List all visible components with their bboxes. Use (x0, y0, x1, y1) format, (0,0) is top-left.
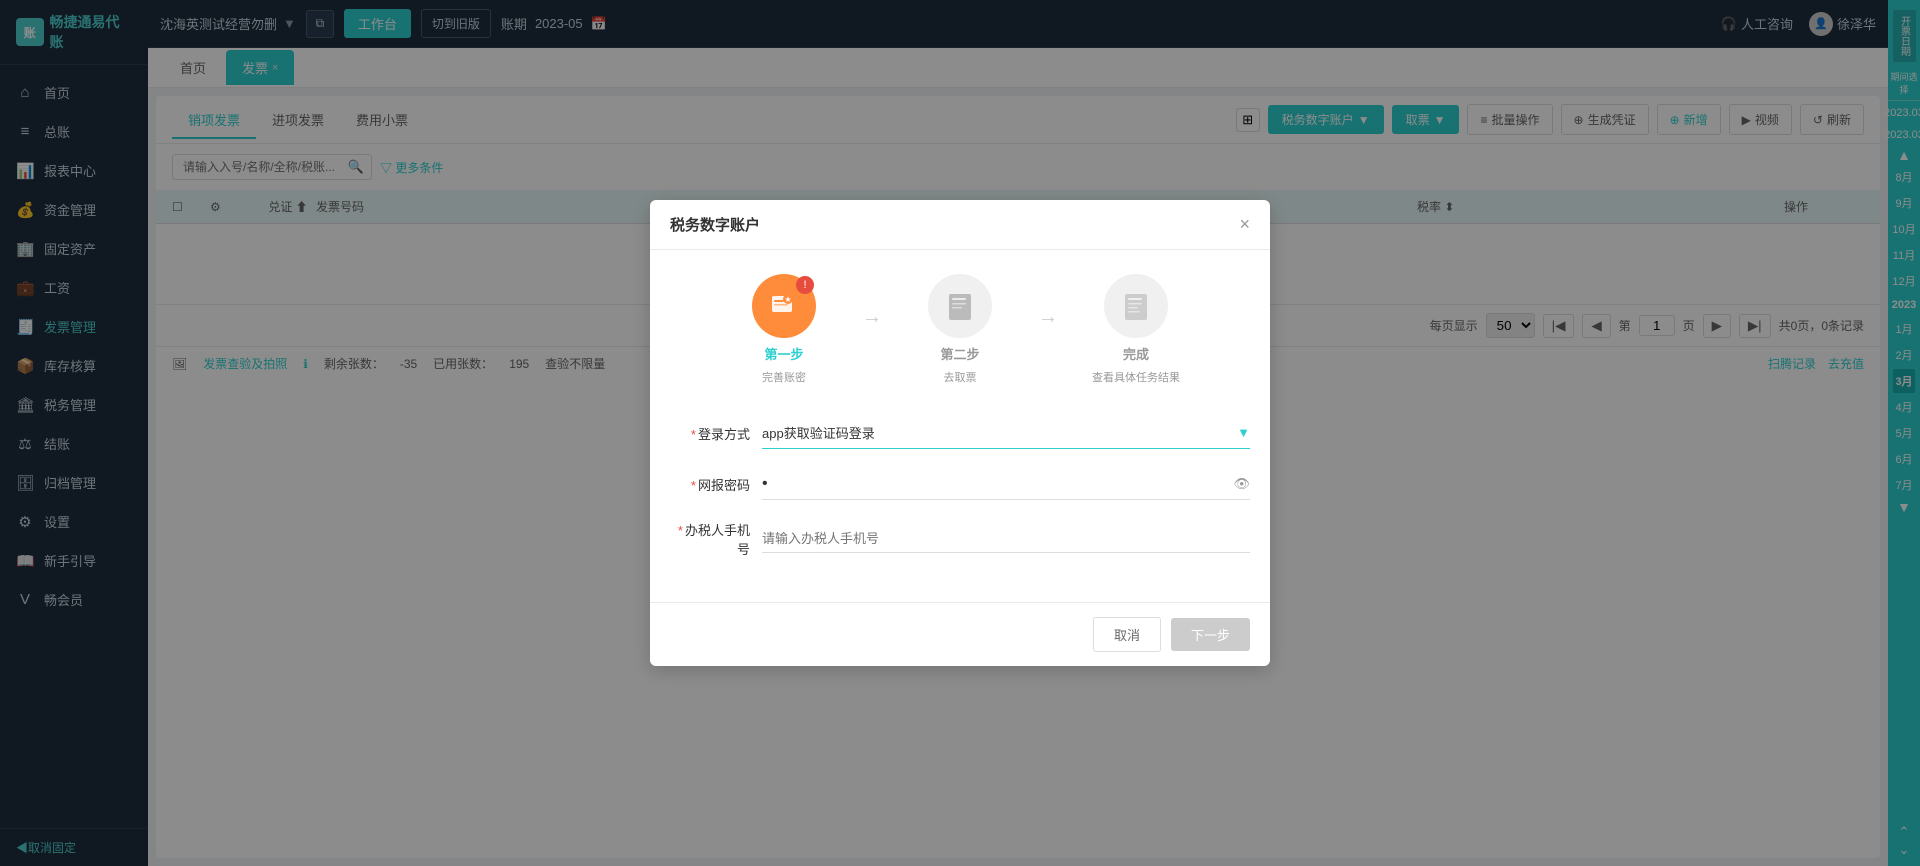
password-input[interactable] (762, 475, 1233, 493)
step-3: 完成 查看具体任务结果 (1066, 274, 1206, 385)
step-2: 第二步 去取票 (890, 274, 1030, 385)
modal-header: 税务数字账户 × (650, 200, 1270, 250)
modal-footer: 取消 下一步 (650, 602, 1270, 666)
step-2-title: 第二步 (940, 344, 979, 363)
svg-text:★: ★ (784, 295, 791, 304)
form-row-password: 网报密码 👁 (670, 469, 1250, 500)
phone-field-container (762, 525, 1250, 553)
step-1-title: 第一步 (764, 344, 803, 363)
step-1-badge: ! (796, 276, 814, 294)
login-method-value: app获取验证码登录 (762, 423, 875, 442)
step-arrow-2: → (1038, 306, 1058, 353)
step-3-title: 完成 (1123, 344, 1149, 363)
login-method-arrow-icon: ▼ (1237, 425, 1250, 440)
phone-input[interactable] (762, 531, 1250, 546)
step-3-icon (1104, 274, 1168, 338)
modal-overlay[interactable]: 税务数字账户 × ★ ! (0, 0, 1920, 866)
step-1-desc: 完善账密 (762, 369, 806, 385)
modal-form: 登录方式 app获取验证码登录 ▼ 网报密码 👁 办税人手机 (670, 417, 1250, 558)
password-label: 网报密码 (670, 475, 750, 494)
modal-body: ★ ! 第一步 完善账密 → (650, 250, 1270, 602)
login-method-select[interactable]: app获取验证码登录 ▼ (762, 417, 1250, 449)
steps-indicator: ★ ! 第一步 完善账密 → (670, 274, 1250, 385)
next-step-button[interactable]: 下一步 (1171, 618, 1250, 651)
step-1: ★ ! 第一步 完善账密 (714, 274, 854, 385)
step-2-icon (928, 274, 992, 338)
step-1-icon: ★ ! (752, 274, 816, 338)
cancel-button[interactable]: 取消 (1093, 617, 1161, 652)
step-2-desc: 去取票 (944, 369, 977, 385)
phone-label: 办税人手机号 (670, 520, 750, 558)
tax-digital-account-modal: 税务数字账户 × ★ ! (650, 200, 1270, 666)
form-row-login-method: 登录方式 app获取验证码登录 ▼ (670, 417, 1250, 449)
modal-title: 税务数字账户 (670, 214, 760, 235)
form-row-phone: 办税人手机号 (670, 520, 1250, 558)
step-3-desc: 查看具体任务结果 (1092, 369, 1180, 385)
modal-close-button[interactable]: × (1239, 214, 1250, 235)
step-arrow-1: → (862, 306, 882, 353)
toggle-password-icon[interactable]: 👁 (1233, 476, 1250, 492)
login-method-label: 登录方式 (670, 424, 750, 443)
password-field-container: 👁 (762, 469, 1250, 500)
